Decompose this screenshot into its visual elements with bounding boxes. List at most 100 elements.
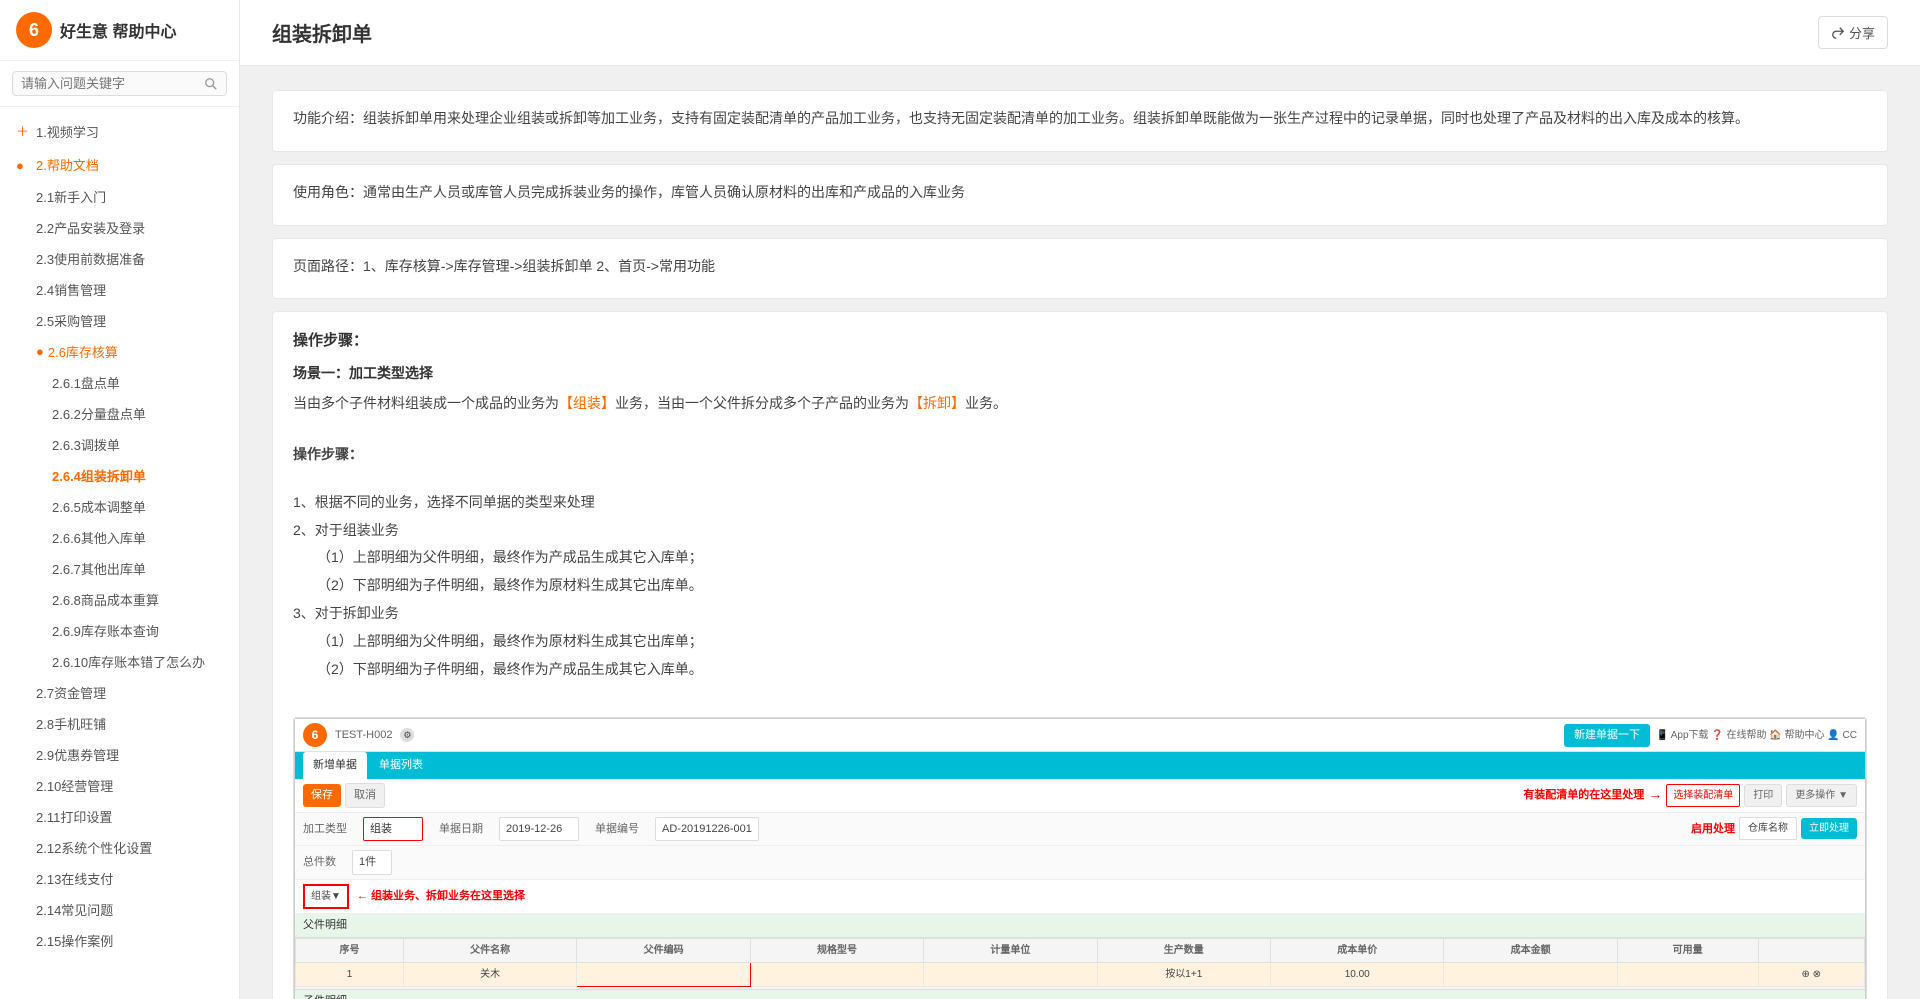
sidebar-item-2-6-10[interactable]: 2.6.10库存账本错了怎么办 bbox=[0, 646, 239, 677]
scenario1-desc: 当由多个子件材料组装成一个成品的业务为【组装】业务，当由一个父件拆分成多个子产品… bbox=[293, 392, 1867, 416]
search-box[interactable] bbox=[12, 71, 227, 96]
intro-card: 功能介绍：组装拆卸单用来处理企业组装或拆卸等加工业务，支持有固定装配清单的产品加… bbox=[272, 90, 1888, 152]
col-seq: 序号 bbox=[296, 938, 404, 962]
share-icon bbox=[1831, 26, 1845, 40]
mock-app: 6 TEST-H002 ⚙ 新建单据一下 📱 App下载 ❓ 在线帮助 🏠 帮助… bbox=[294, 718, 1866, 999]
sidebar-item-2-15[interactable]: 2.15操作案例 bbox=[0, 925, 239, 956]
mock-form-row: 加工类型 组装 单据日期 2019-12-26 单据编号 AD-20191226… bbox=[295, 813, 1865, 847]
role-text: 使用角色：通常由生产人员或库管人员完成拆装业务的操作，库管人员确认原材料的出库和… bbox=[293, 181, 1867, 205]
ops-title: 操作步骤： bbox=[293, 328, 1867, 354]
share-button[interactable]: 分享 bbox=[1818, 16, 1888, 49]
sidebar-item-2-10[interactable]: 2.10经营管理 bbox=[0, 770, 239, 801]
minus-sub-icon: ● bbox=[36, 344, 44, 359]
steps-title: 操作步骤： bbox=[293, 443, 1867, 467]
sidebar-item-2-4[interactable]: 2.4销售管理 bbox=[0, 274, 239, 305]
ops-card: 操作步骤： 场景一：加工类型选择 当由多个子件材料组装成一个成品的业务为【组装】… bbox=[272, 311, 1888, 999]
sidebar-item-2-3[interactable]: 2.3使用前数据准备 bbox=[0, 243, 239, 274]
annotation-assembly: 有装配清单的在这里处理 → 选择装配清单 bbox=[1523, 783, 1740, 807]
mock-type-label: 加工类型 bbox=[303, 820, 347, 839]
mock-tab-active: 新增单据 bbox=[303, 752, 367, 779]
sidebar-item-2-11[interactable]: 2.11打印设置 bbox=[0, 801, 239, 832]
logo-icon: 6 bbox=[16, 12, 52, 48]
col-cost-unit: 成本单价 bbox=[1271, 938, 1444, 962]
mock-top-btns: 新建单据一下 📱 App下载 ❓ 在线帮助 🏠 帮助中心 👤 CC bbox=[1564, 724, 1857, 747]
mock-warehouse-input: 仓库名称 bbox=[1739, 817, 1797, 840]
page-title: 组装拆卸单 bbox=[272, 18, 372, 47]
sidebar-item-2-6[interactable]: ● 2.6库存核算 bbox=[0, 336, 239, 367]
sidebar-item-2-5[interactable]: 2.5采购管理 bbox=[0, 305, 239, 336]
mock-type-box: 组装▼ bbox=[303, 884, 349, 909]
plus-icon: ＋ bbox=[16, 125, 30, 139]
sidebar-item-2-6-3[interactable]: 2.6.3调拨单 bbox=[0, 429, 239, 460]
sidebar-item-2-1[interactable]: 2.1新手入门 bbox=[0, 181, 239, 212]
search-input[interactable] bbox=[21, 76, 204, 91]
mock-cancel-btn: 取消 bbox=[345, 783, 385, 808]
sidebar-item-2[interactable]: ● 2.帮助文档 bbox=[0, 148, 239, 181]
col-qty: 生产数量 bbox=[1097, 938, 1270, 962]
sidebar-item-2-7[interactable]: 2.7资金管理 bbox=[0, 677, 239, 708]
logo-title: 好生意 帮助中心 bbox=[60, 18, 176, 42]
mock-qty-row: 总件数 1件 bbox=[295, 846, 1865, 880]
logo-area: 6 好生意 帮助中心 bbox=[0, 0, 239, 61]
mock-top-icons: 📱 App下载 ❓ 在线帮助 🏠 帮助中心 👤 CC bbox=[1656, 727, 1857, 744]
sidebar-item-2-6-2[interactable]: 2.6.2分量盘点单 bbox=[0, 398, 239, 429]
sidebar-item-2-6-9[interactable]: 2.6.9库存账本查询 bbox=[0, 615, 239, 646]
sidebar-item-2-12[interactable]: 2.12系统个性化设置 bbox=[0, 832, 239, 863]
screenshot-container: 6 TEST-H002 ⚙ 新建单据一下 📱 App下载 ❓ 在线帮助 🏠 帮助… bbox=[293, 717, 1867, 999]
search-icon bbox=[204, 77, 218, 91]
role-card: 使用角色：通常由生产人员或库管人员完成拆装业务的操作，库管人员确认原材料的出库和… bbox=[272, 164, 1888, 226]
sidebar-item-2-13[interactable]: 2.13在线支付 bbox=[0, 863, 239, 894]
search-area bbox=[0, 61, 239, 107]
arrow-right: → bbox=[1648, 783, 1662, 807]
mock-child-header: 子件明细 bbox=[295, 989, 1865, 999]
sidebar-item-2-6-7[interactable]: 2.6.7其他出库单 bbox=[0, 553, 239, 584]
sidebar-item-2-8[interactable]: 2.8手机旺铺 bbox=[0, 708, 239, 739]
sidebar-item-2-label: 2.帮助文档 bbox=[36, 155, 99, 174]
step-1: 1、根据不同的业务，选择不同单据的类型来处理 bbox=[293, 491, 1867, 515]
sidebar-item-2-6-4[interactable]: 2.6.4组装拆卸单 bbox=[0, 460, 239, 491]
mock-parent-row-1: 1 关木 按以1+1 10.00 ⊕ ⊗ bbox=[296, 962, 1865, 986]
path-text: 页面路径：1、库存核算->库存管理->组装拆卸单 2、首页->常用功能 bbox=[293, 255, 1867, 279]
col-unit: 计量单位 bbox=[924, 938, 1097, 962]
sidebar-item-2-6-5[interactable]: 2.6.5成本调整单 bbox=[0, 491, 239, 522]
mock-logo: 6 bbox=[303, 723, 327, 747]
sidebar-item-2-9[interactable]: 2.9优惠券管理 bbox=[0, 739, 239, 770]
col-action bbox=[1758, 938, 1865, 962]
steps-list: 1、根据不同的业务，选择不同单据的类型来处理 2、对于组装业务 （1）上部明细为… bbox=[293, 491, 1867, 682]
mock-new-btn: 新建单据一下 bbox=[1564, 724, 1650, 747]
sidebar: 6 好生意 帮助中心 ＋ 1.视频学习 ● 2.帮助文档 2.1新手入门 2.2… bbox=[0, 0, 240, 999]
sidebar-item-2-14[interactable]: 2.14常见问题 bbox=[0, 894, 239, 925]
nav-tree: ＋ 1.视频学习 ● 2.帮助文档 2.1新手入门 2.2产品安装及登录 2.3… bbox=[0, 107, 239, 999]
col-code: 父件编码 bbox=[577, 938, 750, 962]
col-spec: 规格型号 bbox=[750, 938, 923, 962]
mock-code-label: 单据编号 bbox=[595, 820, 639, 839]
intro-text: 功能介绍：组装拆卸单用来处理企业组装或拆卸等加工业务，支持有固定装配清单的产品加… bbox=[293, 107, 1867, 131]
step-3-1: （1）上部明细为父件明细，最终作为原材料生成其它出库单； bbox=[317, 630, 1867, 654]
col-name: 父件名称 bbox=[403, 938, 576, 962]
page-header: 组装拆卸单 分享 bbox=[240, 0, 1920, 66]
main-area: 组装拆卸单 分享 功能介绍：组装拆卸单用来处理企业组装或拆卸等加工业务，支持有固… bbox=[240, 0, 1920, 999]
sidebar-item-2-6-1[interactable]: 2.6.1盘点单 bbox=[0, 367, 239, 398]
content-area: 功能介绍：组装拆卸单用来处理企业组装或拆卸等加工业务，支持有固定装配清单的产品加… bbox=[240, 66, 1920, 999]
mock-code-input: AD-20191226-001 bbox=[655, 817, 759, 842]
ann-enable-text: 启用处理 bbox=[1691, 820, 1735, 839]
mock-date-input: 2019-12-26 bbox=[499, 817, 579, 842]
mock-save-btn: 保存 bbox=[303, 784, 341, 807]
mock-settings-icon: ⚙ bbox=[400, 728, 414, 742]
ann-assembly-text: 有装配清单的在这里处理 bbox=[1523, 786, 1644, 805]
mock-titlebar: 6 TEST-H002 ⚙ 新建单据一下 📱 App下载 ❓ 在线帮助 🏠 帮助… bbox=[295, 719, 1865, 752]
scenario1-title: 场景一：加工类型选择 bbox=[293, 362, 1867, 386]
mock-parent-table: 序号 父件名称 父件编码 规格型号 计量单位 生产数量 成本单价 成本金额 可用… bbox=[295, 938, 1865, 987]
col-cost-amt: 成本金额 bbox=[1444, 938, 1617, 962]
step-3-2: （2）下部明细为子件明细，最终作为产成品生成其它入库单。 bbox=[317, 658, 1867, 682]
sidebar-item-1[interactable]: ＋ 1.视频学习 bbox=[0, 115, 239, 148]
path-card: 页面路径：1、库存核算->库存管理->组装拆卸单 2、首页->常用功能 bbox=[272, 238, 1888, 300]
mock-print-btn: 打印 bbox=[1744, 784, 1782, 807]
step-2-2: （2）下部明细为子件明细，最终作为原材料生成其它出库单。 bbox=[317, 574, 1867, 598]
minus-icon: ● bbox=[16, 158, 30, 172]
mock-confirm-btn: 立即处理 bbox=[1801, 818, 1857, 839]
mock-date-label: 单据日期 bbox=[439, 820, 483, 839]
sidebar-item-2-6-6[interactable]: 2.6.6其他入库单 bbox=[0, 522, 239, 553]
sidebar-item-2-2[interactable]: 2.2产品安装及登录 bbox=[0, 212, 239, 243]
sidebar-item-2-6-8[interactable]: 2.6.8商品成本重算 bbox=[0, 584, 239, 615]
